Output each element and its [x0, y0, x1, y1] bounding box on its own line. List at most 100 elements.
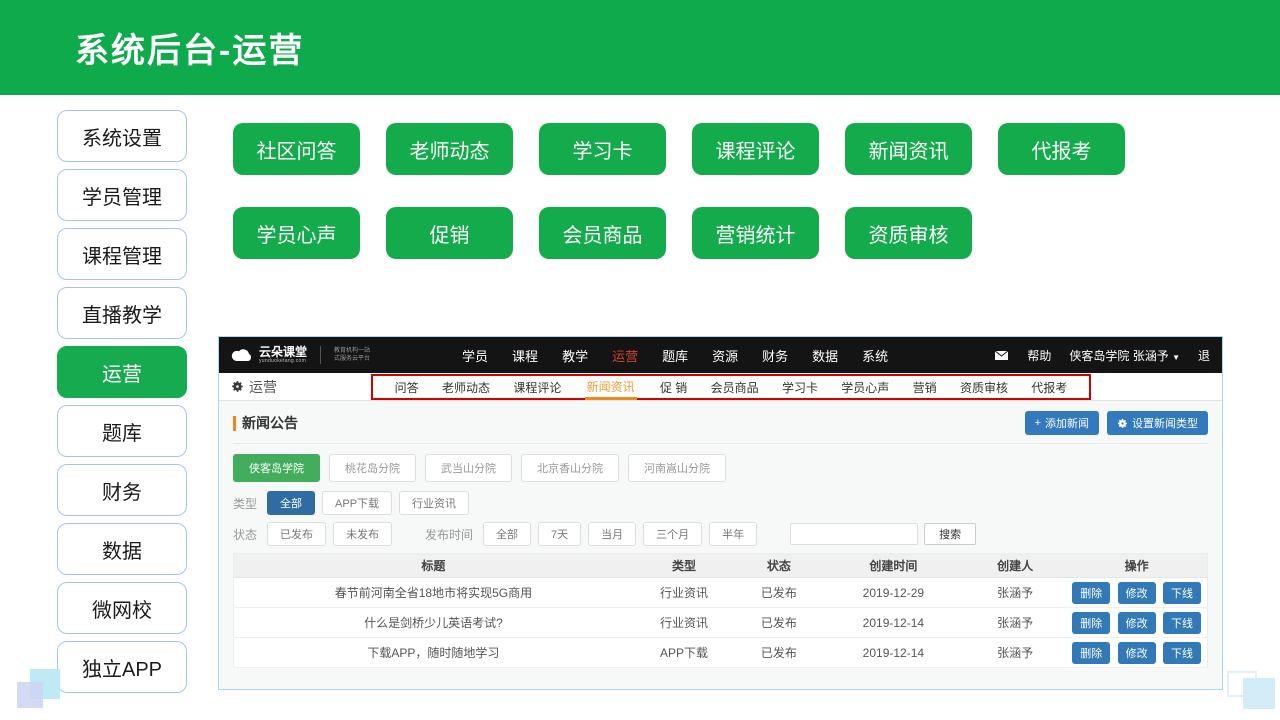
feature-button-course-comments[interactable]: 课程评论	[692, 123, 819, 175]
status-option-unpublished[interactable]: 未发布	[333, 522, 392, 546]
school-tab-henan-songshan[interactable]: 河南嵩山分院	[628, 454, 726, 482]
time-option-current-month[interactable]: 当月	[588, 522, 636, 546]
table-row: 什么是剑桥少儿英语考试? 行业资讯 已发布 2019-12-14 张涵予 删除 …	[234, 608, 1208, 638]
subnav-item-marketing[interactable]: 营销	[913, 379, 937, 396]
page: 系统后台-运营 系统设置 学员管理 课程管理 直播教学 运营 题库 财务 数据 …	[0, 0, 1280, 720]
feature-button-member-products[interactable]: 会员商品	[539, 207, 666, 259]
admin-subnav: 运营 问答 老师动态 课程评论 新闻资讯 促 销 会员商品 学习卡 学员心声 营…	[219, 373, 1222, 401]
admin-nav-data[interactable]: 数据	[812, 346, 838, 365]
feature-button-promotion[interactable]: 促销	[386, 207, 513, 259]
help-link[interactable]: 帮助	[1027, 347, 1051, 364]
offline-button[interactable]: 下线	[1163, 612, 1201, 634]
add-news-button[interactable]: + 添加新闻	[1025, 411, 1099, 435]
feature-button-qualification-review[interactable]: 资质审核	[845, 207, 972, 259]
account-menu[interactable]: 侠客岛学院 张涵予 ▼	[1069, 347, 1180, 364]
publish-time-label: 发布时间	[425, 526, 473, 543]
feature-button-teacher-updates[interactable]: 老师动态	[386, 123, 513, 175]
school-tab-taohuadao[interactable]: 桃花岛分院	[329, 454, 416, 482]
subnav-item-qualification-review[interactable]: 资质审核	[960, 379, 1008, 396]
admin-nav-courses[interactable]: 课程	[512, 346, 538, 365]
feature-button-exam-registration[interactable]: 代报考	[998, 123, 1125, 175]
subnav-item-exam-registration[interactable]: 代报考	[1031, 379, 1067, 396]
subnav-item-news[interactable]: 新闻资讯	[585, 374, 637, 400]
col-header-creator: 创建人	[964, 554, 1066, 578]
sidebar-item-student-management[interactable]: 学员管理	[57, 169, 187, 221]
feature-button-marketing-stats[interactable]: 营销统计	[692, 207, 819, 259]
cell-type: APP下载	[633, 638, 735, 668]
type-filter-label: 类型	[233, 495, 257, 512]
admin-body: 新闻公告 + 添加新闻 设置新闻类型 侠客岛学	[219, 401, 1222, 668]
type-filter-row: 类型 全部 APP下载 行业资讯	[233, 491, 1208, 515]
subnav-item-qa[interactable]: 问答	[395, 379, 419, 396]
type-option-all[interactable]: 全部	[267, 491, 315, 515]
school-tab-beijing-xiangshan[interactable]: 北京香山分院	[521, 454, 619, 482]
admin-nav-items: 学员 课程 教学 运营 题库 资源 财务 数据 系统	[462, 346, 888, 365]
cell-operations: 删除 修改 下线	[1066, 608, 1207, 638]
subnav-item-course-comments[interactable]: 课程评论	[513, 379, 561, 396]
subnav-item-promotion[interactable]: 促 销	[660, 379, 687, 396]
subnav-item-study-card[interactable]: 学习卡	[782, 379, 818, 396]
time-option-all[interactable]: 全部	[483, 522, 531, 546]
sidebar-item-system-settings[interactable]: 系统设置	[57, 110, 187, 162]
logo: 云朵课堂 yunduoketang.com 教育机构一站 式服务云平台	[231, 346, 370, 364]
feature-button-news[interactable]: 新闻资讯	[845, 123, 972, 175]
sidebar-item-finance[interactable]: 财务	[57, 464, 187, 516]
delete-button[interactable]: 删除	[1072, 642, 1110, 664]
mail-icon[interactable]	[994, 350, 1009, 361]
feature-button-community-qa[interactable]: 社区问答	[233, 123, 360, 175]
cell-created: 2019-12-29	[823, 578, 964, 608]
sidebar-item-question-bank[interactable]: 题库	[57, 405, 187, 457]
sidebar-item-micro-school[interactable]: 微网校	[57, 582, 187, 634]
feature-button-student-voice[interactable]: 学员心声	[233, 207, 360, 259]
cell-creator: 张涵予	[964, 578, 1066, 608]
edit-button[interactable]: 修改	[1118, 612, 1156, 634]
table-row: 春节前河南全省18地市将实现5G商用 行业资讯 已发布 2019-12-29 张…	[234, 578, 1208, 608]
logo-subtext: yunduoketang.com	[259, 358, 307, 364]
set-news-type-button[interactable]: 设置新闻类型	[1107, 411, 1208, 435]
time-option-7days[interactable]: 7天	[538, 522, 581, 546]
admin-nav-operations[interactable]: 运营	[612, 346, 638, 365]
sidebar-item-course-management[interactable]: 课程管理	[57, 228, 187, 280]
status-option-published[interactable]: 已发布	[267, 522, 326, 546]
cell-operations: 删除 修改 下线	[1066, 638, 1207, 668]
search-input[interactable]	[790, 523, 918, 545]
sidebar-item-live-teaching[interactable]: 直播教学	[57, 287, 187, 339]
time-option-half-year[interactable]: 半年	[709, 522, 757, 546]
logout-link[interactable]: 退	[1198, 347, 1210, 364]
admin-nav-teaching[interactable]: 教学	[562, 346, 588, 365]
col-header-type: 类型	[633, 554, 735, 578]
col-header-title: 标题	[234, 554, 633, 578]
admin-nav-resources[interactable]: 资源	[712, 346, 738, 365]
delete-button[interactable]: 删除	[1072, 582, 1110, 604]
cell-title: 什么是剑桥少儿英语考试?	[234, 608, 633, 638]
type-option-app-download[interactable]: APP下载	[322, 491, 392, 515]
subnav-item-student-voice[interactable]: 学员心声	[841, 379, 889, 396]
cell-creator: 张涵予	[964, 638, 1066, 668]
school-tab-xiakedao[interactable]: 侠客岛学院	[233, 454, 320, 482]
admin-nav-system[interactable]: 系统	[862, 346, 888, 365]
search-button[interactable]: 搜索	[924, 523, 976, 545]
cell-title: 春节前河南全省18地市将实现5G商用	[234, 578, 633, 608]
sidebar-item-data[interactable]: 数据	[57, 523, 187, 575]
sidebar-item-operations[interactable]: 运营	[57, 346, 187, 398]
admin-nav-question-bank[interactable]: 题库	[662, 346, 688, 365]
cell-created: 2019-12-14	[823, 608, 964, 638]
edit-button[interactable]: 修改	[1118, 642, 1156, 664]
delete-button[interactable]: 删除	[1072, 612, 1110, 634]
offline-button[interactable]: 下线	[1163, 582, 1201, 604]
school-tab-wudangshan[interactable]: 武当山分院	[425, 454, 512, 482]
type-option-industry-news[interactable]: 行业资讯	[399, 491, 469, 515]
subnav-item-teacher-updates[interactable]: 老师动态	[442, 379, 490, 396]
cell-operations: 删除 修改 下线	[1066, 578, 1207, 608]
feature-button-study-card[interactable]: 学习卡	[539, 123, 666, 175]
section-accent-bar	[233, 416, 236, 431]
sidebar-item-standalone-app[interactable]: 独立APP	[57, 641, 187, 693]
edit-button[interactable]: 修改	[1118, 582, 1156, 604]
admin-nav-students[interactable]: 学员	[462, 346, 488, 365]
time-option-3months[interactable]: 三个月	[643, 522, 702, 546]
subnav-item-member-products[interactable]: 会员商品	[711, 379, 759, 396]
news-section-title: 新闻公告	[242, 413, 298, 433]
offline-button[interactable]: 下线	[1163, 642, 1201, 664]
status-filter-label: 状态	[233, 526, 257, 543]
admin-nav-finance[interactable]: 财务	[762, 346, 788, 365]
